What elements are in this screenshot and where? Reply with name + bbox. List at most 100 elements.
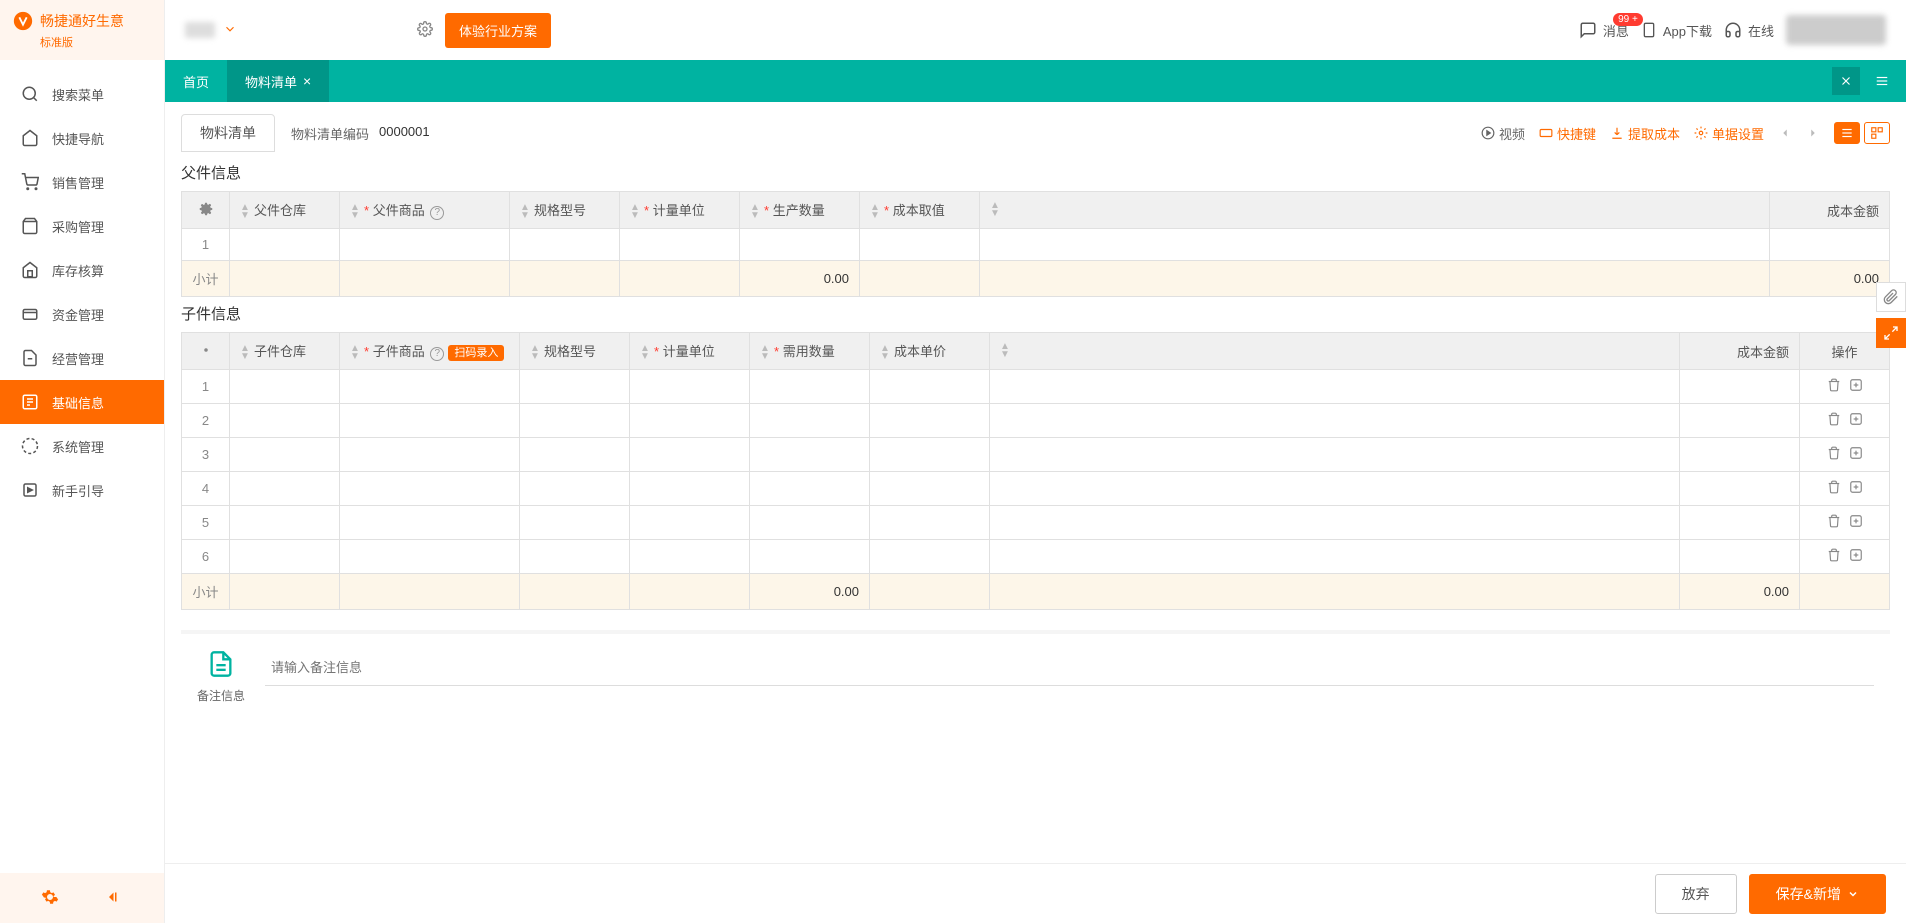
close-all-tabs-icon[interactable]: [1832, 67, 1860, 95]
sidebar-item-label: 库存核算: [52, 261, 104, 280]
add-row-icon[interactable]: [1849, 482, 1863, 497]
sidebar-item-system[interactable]: 系统管理: [0, 424, 164, 468]
save-and-new-button[interactable]: 保存&新增: [1749, 874, 1886, 914]
table-row[interactable]: 3: [182, 438, 1890, 472]
scan-input-badge[interactable]: 扫码录入: [448, 345, 504, 361]
sidebar-item-basic[interactable]: 基础信息: [0, 380, 164, 424]
org-selector[interactable]: [185, 22, 405, 39]
th-parent-cost-amount[interactable]: 成本金额: [1770, 192, 1890, 229]
brand-name: 畅捷通好生意: [40, 11, 124, 31]
table-row[interactable]: 1: [182, 370, 1890, 404]
user-avatar[interactable]: [1786, 15, 1886, 45]
remarks-label: 备注信息: [197, 687, 245, 704]
sidebar-item-search[interactable]: 搜索菜单: [0, 72, 164, 116]
parent-section-title: 父件信息: [181, 162, 1890, 183]
guide-icon: [20, 480, 40, 500]
expand-icon[interactable]: [1876, 318, 1906, 348]
gear-icon: [199, 202, 213, 216]
messages-link[interactable]: 消息 99 +: [1579, 21, 1629, 40]
table-row[interactable]: 1: [182, 229, 1890, 261]
sidebar-item-sales[interactable]: 销售管理: [0, 160, 164, 204]
th-parent-qty[interactable]: ▲▼* 生产数量: [740, 192, 860, 229]
settings-icon[interactable]: [41, 888, 61, 908]
delete-row-icon[interactable]: [1827, 380, 1841, 395]
sidebar-item-label: 销售管理: [52, 173, 104, 192]
tab[interactable]: 物料清单×: [227, 60, 329, 102]
extract-cost-link[interactable]: 提取成本: [1610, 124, 1680, 143]
th-child-need-qty[interactable]: ▲▼* 需用数量: [750, 333, 870, 370]
sidebar-item-inventory[interactable]: 库存核算: [0, 248, 164, 292]
view-list-button[interactable]: [1834, 122, 1860, 144]
sidebar-item-label: 系统管理: [52, 437, 104, 456]
child-col-settings[interactable]: [182, 333, 230, 370]
delete-row-icon[interactable]: [1827, 550, 1841, 565]
parent-table: ▲▼父件仓库 ▲▼* 父件商品 ? ▲▼规格型号 ▲▼* 计量单位 ▲▼* 生产…: [181, 191, 1890, 297]
delete-row-icon[interactable]: [1827, 414, 1841, 429]
view-card-button[interactable]: [1864, 122, 1890, 144]
sidebar-item-purchase[interactable]: 采购管理: [0, 204, 164, 248]
quicknav-icon: [20, 128, 40, 148]
finance-icon: [20, 304, 40, 324]
remarks-input[interactable]: [265, 650, 1874, 686]
tabs-menu-icon[interactable]: [1868, 67, 1896, 95]
add-row-icon[interactable]: [1849, 380, 1863, 395]
discard-button[interactable]: 放弃: [1655, 874, 1737, 914]
messages-badge: 99 +: [1613, 13, 1643, 26]
sidebar-item-operation[interactable]: 经营管理: [0, 336, 164, 380]
delete-row-icon[interactable]: [1827, 482, 1841, 497]
parent-col-settings[interactable]: [182, 192, 230, 229]
tab[interactable]: 首页: [165, 60, 227, 102]
gear-icon: [1694, 126, 1708, 140]
add-row-icon[interactable]: [1849, 414, 1863, 429]
brand-edition: 标准版: [40, 34, 152, 50]
doc-type-tab[interactable]: 物料清单: [181, 114, 275, 152]
attachment-icon[interactable]: [1876, 282, 1906, 312]
table-row[interactable]: 6: [182, 540, 1890, 574]
child-table: ▲▼子件仓库 ▲▼* 子件商品 ?扫码录入 ▲▼规格型号 ▲▼* 计量单位 ▲▼…: [181, 332, 1890, 610]
shortcut-link[interactable]: 快捷键: [1539, 124, 1596, 143]
sidebar-item-label: 搜索菜单: [52, 85, 104, 104]
app-download-link[interactable]: App下载: [1641, 21, 1712, 40]
th-child-warehouse[interactable]: ▲▼子件仓库: [230, 333, 340, 370]
table-row[interactable]: 5: [182, 506, 1890, 540]
promo-button[interactable]: 体验行业方案: [445, 13, 551, 48]
sidebar-item-label: 经营管理: [52, 349, 104, 368]
delete-row-icon[interactable]: [1827, 516, 1841, 531]
th-child-unit[interactable]: ▲▼* 计量单位: [630, 333, 750, 370]
sidebar-item-finance[interactable]: 资金管理: [0, 292, 164, 336]
delete-row-icon[interactable]: [1827, 448, 1841, 463]
th-child-spec[interactable]: ▲▼规格型号: [520, 333, 630, 370]
th-parent-unit[interactable]: ▲▼* 计量单位: [620, 192, 740, 229]
video-help-link[interactable]: 视频: [1481, 124, 1525, 143]
chevron-down-icon: [1847, 888, 1859, 900]
th-parent-warehouse[interactable]: ▲▼父件仓库: [230, 192, 340, 229]
search-icon: [20, 84, 40, 104]
th-child-product[interactable]: ▲▼* 子件商品 ?扫码录入: [340, 333, 520, 370]
th-child-unit-cost[interactable]: ▲▼成本单价: [870, 333, 990, 370]
table-row[interactable]: 2: [182, 404, 1890, 438]
th-child-blank: ▲▼: [990, 333, 1680, 370]
chevron-down-icon: [223, 22, 237, 39]
sidebar-item-label: 资金管理: [52, 305, 104, 324]
doc-code-value: 0000001: [379, 124, 430, 143]
prev-doc-icon[interactable]: [1778, 126, 1792, 140]
sidebar-item-guide[interactable]: 新手引导: [0, 468, 164, 512]
play-circle-icon: [1481, 126, 1495, 140]
next-doc-icon[interactable]: [1806, 126, 1820, 140]
th-parent-cost-mode[interactable]: ▲▼* 成本取值: [860, 192, 980, 229]
table-row[interactable]: 4: [182, 472, 1890, 506]
add-row-icon[interactable]: [1849, 516, 1863, 531]
org-settings-icon[interactable]: [417, 21, 433, 40]
add-row-icon[interactable]: [1849, 448, 1863, 463]
collapse-sidebar-icon[interactable]: [103, 888, 123, 908]
th-parent-product[interactable]: ▲▼* 父件商品 ?: [340, 192, 510, 229]
info-icon: ?: [430, 347, 444, 361]
basic-icon: [20, 392, 40, 412]
th-parent-spec[interactable]: ▲▼规格型号: [510, 192, 620, 229]
online-support-link[interactable]: 在线: [1724, 21, 1774, 40]
sidebar-item-quicknav[interactable]: 快捷导航: [0, 116, 164, 160]
doc-settings-link[interactable]: 单据设置: [1694, 124, 1764, 143]
th-child-cost-amount[interactable]: 成本金额: [1680, 333, 1800, 370]
close-icon[interactable]: ×: [303, 73, 311, 89]
add-row-icon[interactable]: [1849, 550, 1863, 565]
